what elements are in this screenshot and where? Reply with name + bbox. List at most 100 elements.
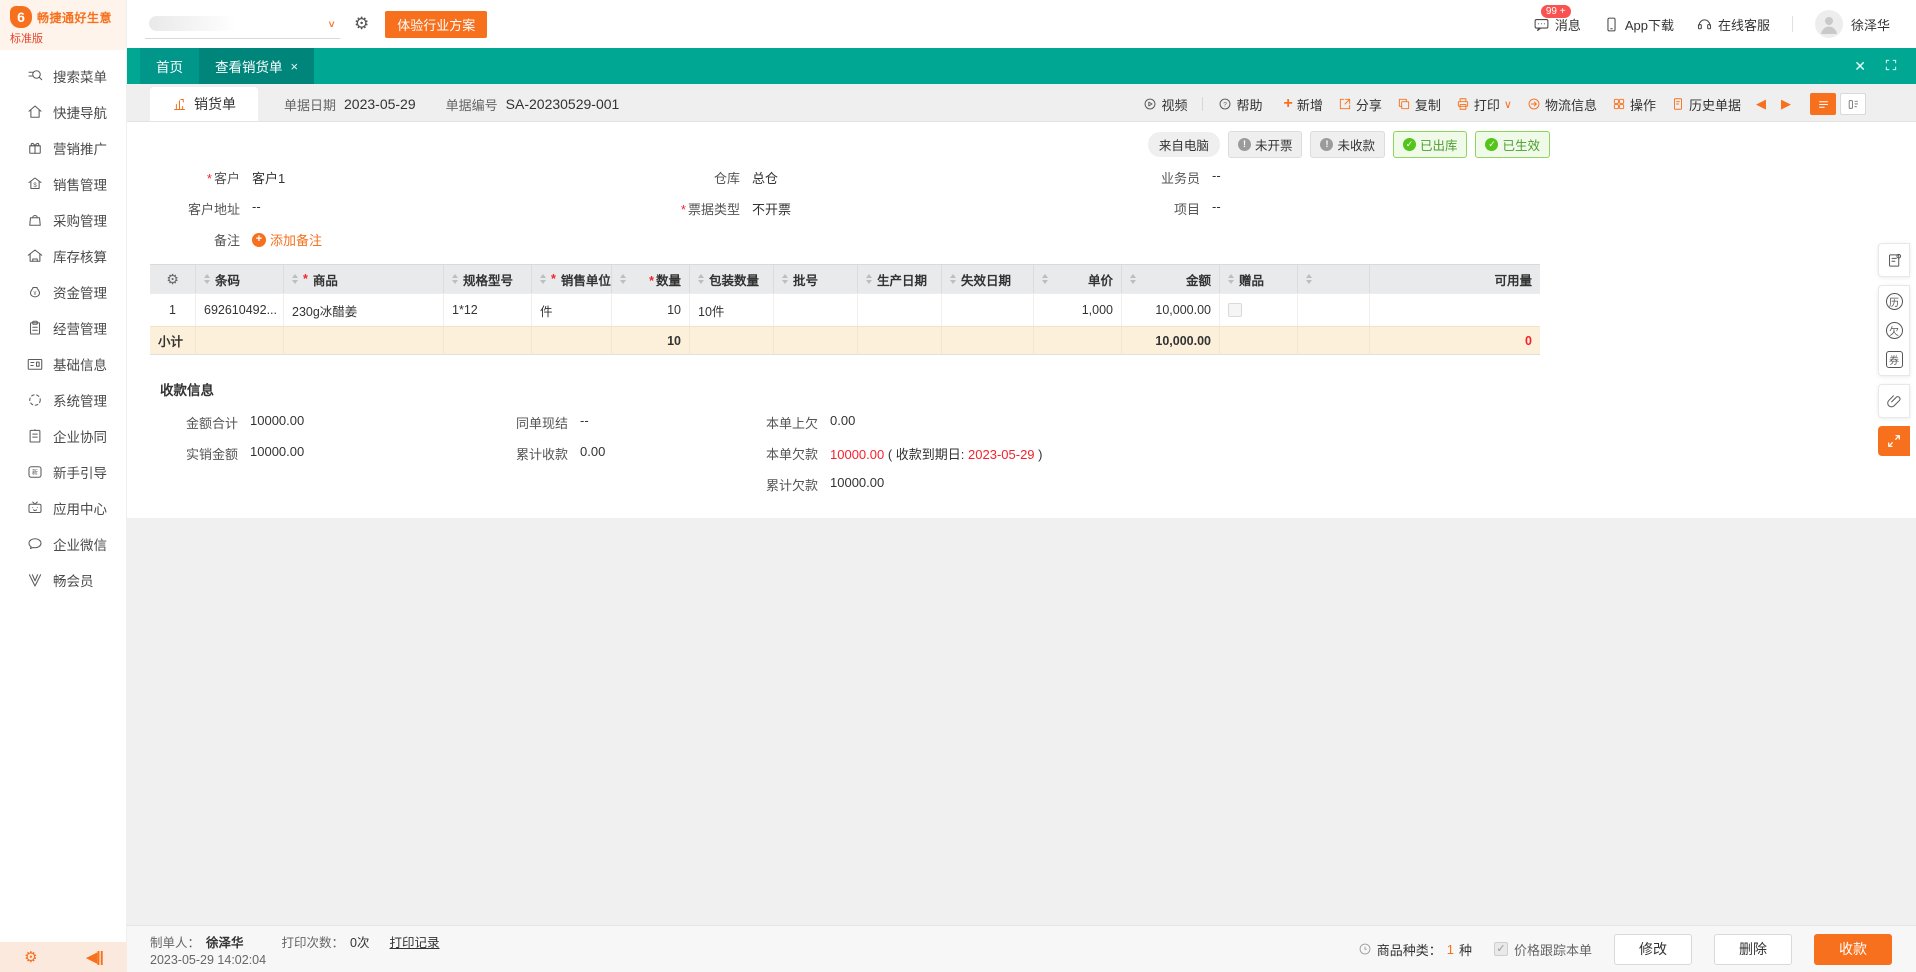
salesman-field: 业务员 --	[1160, 168, 1221, 186]
sidebar-item-quick-nav[interactable]: 快捷导航	[0, 94, 126, 130]
svg-text:?: ?	[1224, 101, 1228, 108]
card-view-button[interactable]	[1840, 93, 1866, 115]
customer-value[interactable]: 客户1	[252, 168, 285, 187]
add-button[interactable]: + 新增	[1283, 95, 1322, 114]
tab-view-sales-order[interactable]: 查看销货单 ×	[199, 48, 315, 84]
col-price[interactable]: 单价	[1034, 265, 1122, 293]
sidebar-item-enterprise-collab[interactable]: 企业协同	[0, 418, 126, 454]
fullscreen-icon[interactable]	[1884, 58, 1898, 75]
online-service-button[interactable]: 在线客服	[1696, 15, 1770, 34]
project-value[interactable]: --	[1212, 199, 1221, 214]
header-gear-icon[interactable]: ⚙	[354, 14, 369, 34]
receive-payment-button[interactable]: 收款	[1814, 933, 1892, 965]
next-doc-icon[interactable]: ▶	[1781, 96, 1791, 112]
cell-amount: 10,000.00	[1122, 294, 1220, 326]
row-index: 1	[150, 294, 196, 326]
sidebar-item-business-mgmt[interactable]: 经营管理	[0, 310, 126, 346]
sidebar-item-label: 应用中心	[53, 502, 107, 517]
share-button[interactable]: 分享	[1338, 95, 1382, 114]
sidebar-item-label: 快捷导航	[53, 106, 107, 121]
sidebar-item-system-mgmt[interactable]: 系统管理	[0, 382, 126, 418]
col-batch[interactable]: 批号	[774, 265, 858, 293]
add-remark-button[interactable]: + 添加备注	[252, 230, 322, 249]
col-unit[interactable]: * 销售单位	[532, 265, 612, 293]
column-settings-header[interactable]: ⚙	[150, 265, 196, 293]
copy-button[interactable]: 复制	[1397, 95, 1441, 114]
subtotal-amount: 10,000.00	[1122, 327, 1220, 354]
sidebar-item-marketing[interactable]: 营销推广	[0, 130, 126, 166]
print-button[interactable]: 打印 ∨	[1456, 95, 1512, 114]
right-side-tools: 历 欠 券	[1878, 243, 1910, 456]
trial-solution-button[interactable]: 体验行业方案	[385, 10, 488, 38]
col-gift[interactable]: 赠品	[1220, 265, 1298, 293]
sidebar-item-funds[interactable]: ¥ 资金管理	[0, 274, 126, 310]
modify-button[interactable]: 修改	[1614, 933, 1692, 965]
coupon-icon[interactable]: 券	[1885, 351, 1903, 368]
brand-area: 6 畅捷通好生意 标准版	[0, 0, 126, 50]
warehouse-value[interactable]: 总仓	[752, 168, 778, 187]
col-prod-date[interactable]: 生产日期	[858, 265, 942, 293]
doc-tab-sales-order[interactable]: 销货单	[150, 87, 258, 121]
address-value[interactable]: --	[252, 199, 261, 214]
video-button[interactable]: 视频	[1143, 95, 1187, 114]
sidebar-item-base-info[interactable]: 基础信息	[0, 346, 126, 382]
sidebar-item-member[interactable]: 畅会员	[0, 562, 126, 598]
col-product[interactable]: * 商品	[284, 265, 444, 293]
col-extra[interactable]	[1298, 265, 1370, 293]
invoice-type-value[interactable]: 不开票	[752, 199, 791, 218]
col-qty[interactable]: * 数量	[612, 265, 690, 293]
actions-button[interactable]: 操作	[1612, 95, 1656, 114]
user-menu[interactable]: 徐泽华	[1814, 10, 1890, 38]
sidebar-item-search-menu[interactable]: 搜索菜单	[0, 58, 126, 94]
col-spec[interactable]: 规格型号	[444, 265, 532, 293]
col-available[interactable]: 可用量	[1370, 265, 1540, 293]
doc-note-icon[interactable]	[1885, 251, 1903, 269]
sidebar-item-inventory[interactable]: 库存核算	[0, 238, 126, 274]
subtotal-qty: 10	[612, 327, 690, 354]
table-row[interactable]: 1 692610492... 230g冰醋姜 1*12 件 10 10件 1,0…	[150, 293, 1540, 326]
tab-home[interactable]: 首页	[140, 48, 199, 84]
col-expire-date[interactable]: 失效日期	[942, 265, 1034, 293]
gift-checkbox[interactable]	[1228, 303, 1242, 317]
list-view-button[interactable]	[1810, 93, 1836, 115]
col-amount[interactable]: 金额	[1122, 265, 1220, 293]
sidebar-item-newbie-guide[interactable]: 新 新手引导	[0, 454, 126, 490]
close-tab-icon[interactable]: ×	[291, 59, 299, 74]
attachment-paperclip-icon[interactable]	[1885, 392, 1903, 410]
logistics-button[interactable]: 物流信息	[1527, 95, 1597, 114]
sidebar-item-label: 畅会员	[53, 574, 94, 589]
prev-doc-icon[interactable]: ◀	[1756, 96, 1766, 112]
sidebar-item-sales-mgmt[interactable]: $ 销售管理	[0, 166, 126, 202]
collapse-sidebar-icon[interactable]: ◀||	[86, 950, 104, 965]
settings-gear-icon[interactable]: ⚙	[24, 950, 37, 965]
project-field: 项目 --	[1173, 199, 1221, 217]
history-circle-icon[interactable]: 历	[1885, 293, 1903, 310]
print-log-link[interactable]: 打印记录	[390, 932, 440, 951]
owed-field: 本单欠款 10000.00 ( 收款到期日: 2023-05-29 )	[765, 447, 1043, 462]
sidebar-item-label: 采购管理	[53, 214, 107, 229]
price-track-option[interactable]: ✓ 价格跟踪本单	[1493, 940, 1592, 959]
doc-toolbar: 视频 ? 帮助 + 新增 分享 复制 打印 ∨ 物流信息 操作 历史单据 ◀ ▶	[1143, 87, 1916, 121]
checked-checkbox-icon[interactable]: ✓	[1493, 942, 1508, 956]
order-form: * 客户 客户1 仓库 总仓 业务员 -- 客户地址 -- * 票据类型 不开票 项…	[150, 168, 1550, 252]
col-barcode[interactable]: 条码	[196, 265, 284, 293]
salesman-value[interactable]: --	[1212, 168, 1221, 183]
sidebar-item-purchase-mgmt[interactable]: 采购管理	[0, 202, 126, 238]
expand-panel-icon[interactable]	[1878, 426, 1910, 456]
history-docs-button[interactable]: 历史单据	[1671, 95, 1741, 114]
received-total-field: 累计收款 0.00	[515, 444, 606, 462]
sidebar-item-label: 销售管理	[53, 178, 107, 193]
chevron-down-icon: ∨	[1503, 98, 1512, 111]
delete-button[interactable]: 删除	[1714, 933, 1792, 965]
sidebar-item-wecom[interactable]: 企业微信	[0, 526, 126, 562]
messages-button[interactable]: 99 + 消息	[1533, 3, 1581, 34]
shopping-bag-icon	[26, 211, 44, 229]
app-download-button[interactable]: App下载	[1603, 15, 1674, 34]
help-button[interactable]: ? 帮助	[1218, 95, 1262, 114]
owed-circle-icon[interactable]: 欠	[1885, 322, 1903, 339]
sidebar-item-app-center[interactable]: 应用中心	[0, 490, 126, 526]
col-pack-qty[interactable]: 包装数量	[690, 265, 774, 293]
org-selector[interactable]: ∨	[145, 9, 340, 39]
sku-count-info: 商品种类： 1 种	[1358, 940, 1472, 959]
close-all-icon[interactable]: ✕	[1854, 58, 1866, 75]
